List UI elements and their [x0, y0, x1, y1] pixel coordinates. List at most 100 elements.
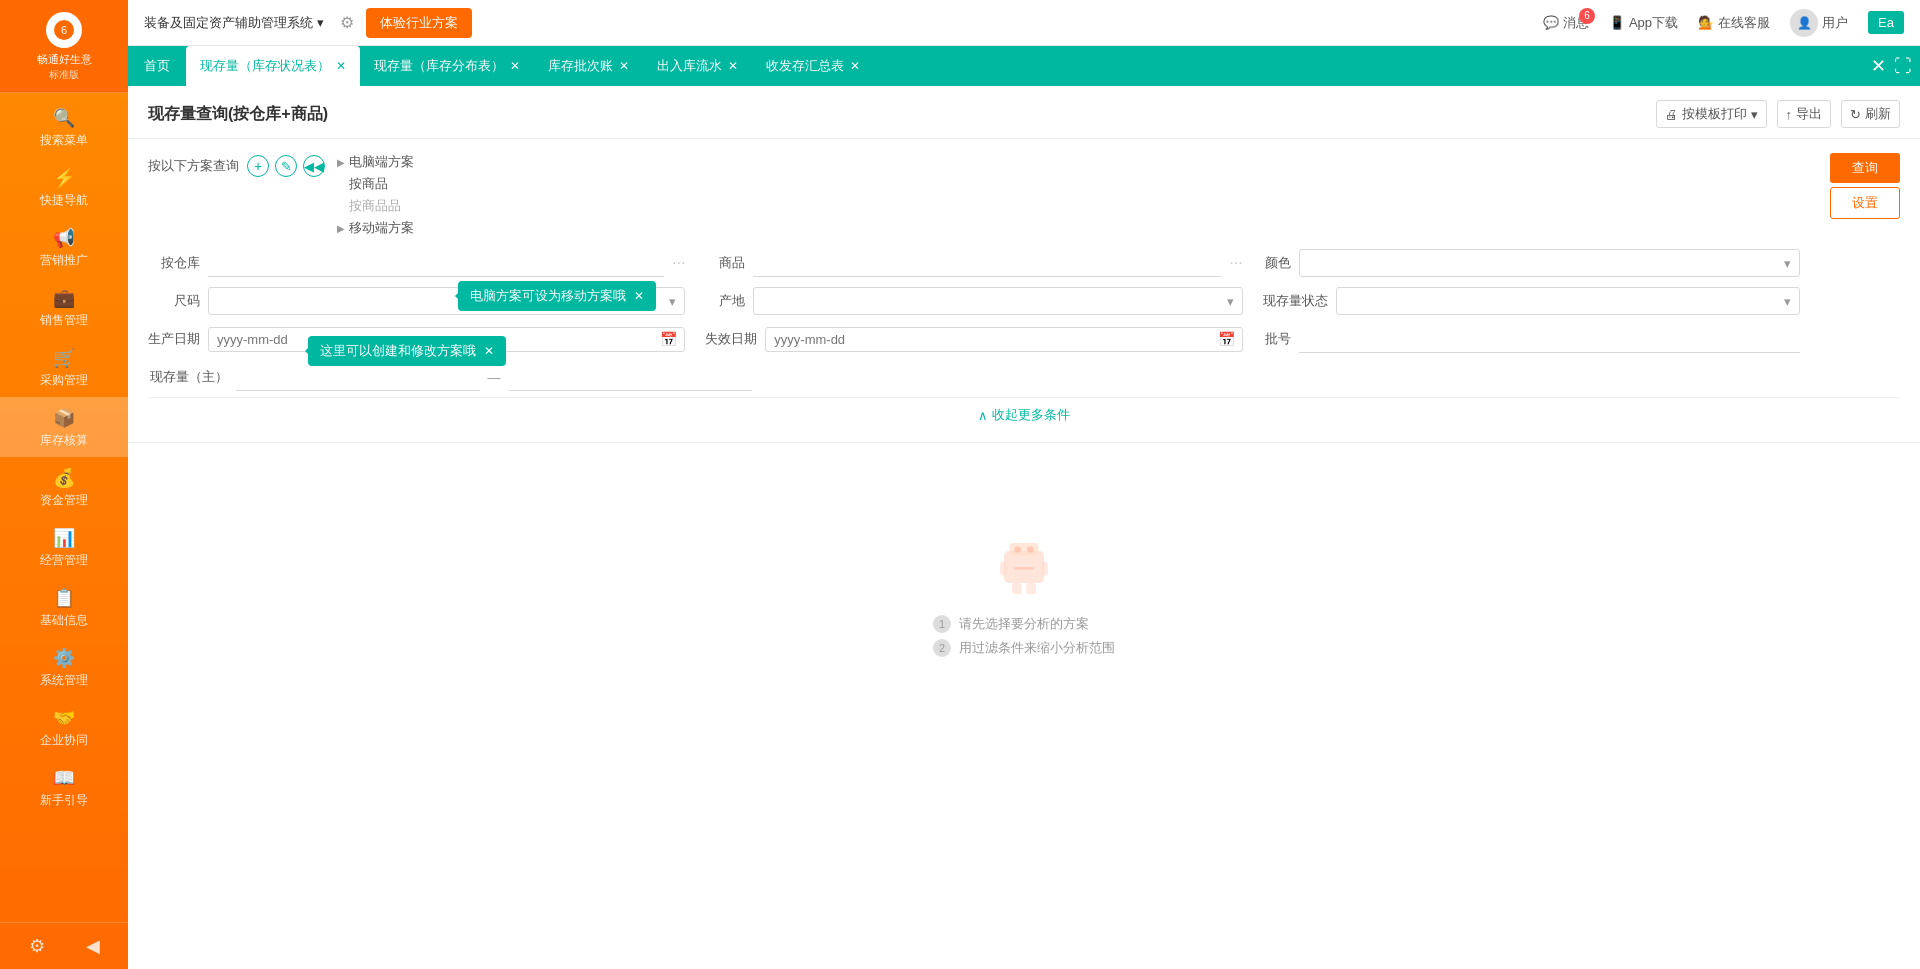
purchase-icon: 🛒	[53, 347, 75, 369]
sidebar-item-sales[interactable]: 💼 销售管理	[0, 277, 128, 337]
scheme-arrow-icon: ▶	[337, 157, 345, 168]
tooltip-close-2[interactable]: ✕	[484, 344, 494, 358]
stock-max-input[interactable]	[509, 363, 753, 391]
scheme-sub-item2[interactable]: 按商品品	[337, 197, 414, 215]
origin-label: 产地	[705, 292, 745, 310]
avatar: 👤	[1790, 9, 1818, 37]
warehouse-field: 按仓库 ···	[148, 249, 685, 277]
tooltip-close-1[interactable]: ✕	[634, 289, 644, 303]
app-download-item[interactable]: 📱 App下载	[1609, 14, 1678, 32]
sidebar-item-label: 快捷导航	[40, 192, 88, 209]
tab-close-icon[interactable]: ✕	[619, 60, 629, 72]
page-actions: 🖨 按模板打印 ▾ ↑ 导出 ↻ 刷新	[1656, 100, 1901, 128]
collapse-sidebar-icon[interactable]: ◀	[86, 935, 100, 957]
export-btn[interactable]: ↑ 导出	[1777, 100, 1832, 128]
stock-status-select[interactable]: ▾	[1336, 287, 1800, 315]
sales-icon: 💼	[53, 287, 75, 309]
tab-right-actions: ✕ ⛶	[1871, 55, 1920, 77]
sidebar-logo: 6 畅通好生意 标准版	[0, 0, 128, 93]
collapse-chevron-icon: ∧	[978, 408, 988, 423]
expire-date-input[interactable]	[765, 327, 1242, 352]
topbar-gear-icon[interactable]: ⚙	[340, 13, 354, 32]
filter-section: 按以下方案查询 + ✎ ◀◀ ▶ 电脑端方案 按商品 按商品	[128, 139, 1920, 443]
query-btn[interactable]: 查询	[1830, 153, 1900, 183]
setting-btn[interactable]: 设置	[1830, 187, 1900, 219]
calendar-icon-expire[interactable]: 📅	[1218, 331, 1235, 347]
tab-label: 现存量（库存状况表）	[200, 57, 330, 75]
print-label: 按模板打印	[1682, 105, 1747, 123]
svg-rect-10	[1026, 583, 1036, 594]
tab-summary[interactable]: 收发存汇总表 ✕	[752, 46, 874, 86]
warehouse-dots-icon[interactable]: ···	[672, 254, 685, 272]
stock-main-label: 现存量（主）	[148, 368, 228, 386]
export-icon: ↑	[1786, 107, 1793, 122]
tab-close-icon[interactable]: ✕	[850, 60, 860, 72]
sidebar-item-label: 经营管理	[40, 552, 88, 569]
collapse-btn[interactable]: ∧ 收起更多条件	[148, 397, 1900, 432]
sidebar-item-purchase[interactable]: 🛒 采购管理	[0, 337, 128, 397]
edit-scheme-btn[interactable]: ✎	[275, 155, 297, 177]
user-item[interactable]: 👤 用户	[1790, 9, 1848, 37]
origin-select[interactable]: ▾	[753, 287, 1242, 315]
batch-input-area[interactable]	[1299, 325, 1800, 353]
phone-icon: 📱	[1609, 15, 1625, 30]
tab-inventory-dist[interactable]: 现存量（库存分布表） ✕	[360, 46, 534, 86]
color-select[interactable]: ▾	[1299, 249, 1800, 277]
support-icon: 💁	[1698, 15, 1714, 30]
color-chevron-icon: ▾	[1784, 256, 1791, 271]
tab-close-icon[interactable]: ✕	[728, 60, 738, 72]
scheme-item-pc[interactable]: ▶ 电脑端方案	[337, 153, 414, 171]
print-arrow-icon: ▾	[1751, 107, 1758, 122]
sidebar-item-label: 库存核算	[40, 432, 88, 449]
arrow-scheme-btn[interactable]: ◀◀	[303, 155, 325, 177]
tabbar: 首页 现存量（库存状况表） ✕ 现存量（库存分布表） ✕ 库存批次账 ✕ 出入库…	[128, 46, 1920, 86]
tab-fullscreen-icon[interactable]: ⛶	[1894, 56, 1912, 77]
sidebar-item-system[interactable]: ⚙️ 系统管理	[0, 637, 128, 697]
calendar-icon-produce[interactable]: 📅	[660, 331, 677, 347]
refresh-btn[interactable]: ↻ 刷新	[1841, 100, 1900, 128]
tab-home[interactable]: 首页	[128, 46, 186, 86]
sidebar-item-label: 营销推广	[40, 252, 88, 269]
settings-bottom-icon[interactable]: ⚙	[29, 935, 45, 957]
page-header: 现存量查询(按仓库+商品) 🖨 按模板打印 ▾ ↑ 导出 ↻ 刷新	[128, 86, 1920, 139]
expire-date-input-wrap: 📅	[765, 327, 1242, 352]
search-menu-icon: 🔍	[53, 107, 75, 129]
tab-batch-account[interactable]: 库存批次账 ✕	[534, 46, 643, 86]
sidebar-item-enterprise[interactable]: 🤝 企业协同	[0, 697, 128, 757]
stock-min-input[interactable]	[236, 363, 480, 391]
filter-fields-row2: 尺码 ▾ 产地 ▾ 现存量状态	[148, 287, 1900, 315]
empty-step-2: 2 用过滤条件来缩小分析范围	[933, 639, 1115, 657]
add-scheme-btn[interactable]: +	[247, 155, 269, 177]
goods-input-area	[753, 249, 1221, 277]
color-field: 颜色 ▾	[1263, 249, 1800, 277]
tab-in-out-flow[interactable]: 出入库流水 ✕	[643, 46, 752, 86]
ea-button[interactable]: Ea	[1868, 11, 1904, 34]
goods-dots-icon[interactable]: ···	[1229, 254, 1242, 272]
sidebar-item-marketing[interactable]: 📢 营销推广	[0, 217, 128, 277]
sidebar-item-guide[interactable]: 📖 新手引导	[0, 757, 128, 817]
sidebar-item-search[interactable]: 🔍 搜索菜单	[0, 97, 128, 157]
tab-close-icon[interactable]: ✕	[336, 60, 346, 72]
system-selector[interactable]: 装备及固定资产辅助管理系统 ▾	[144, 14, 324, 32]
tab-close-all-icon[interactable]: ✕	[1871, 55, 1886, 77]
stock-main-inputs: —	[236, 363, 752, 391]
scheme-item-mobile[interactable]: ▶ 移动端方案	[337, 219, 414, 237]
sidebar-item-finance[interactable]: 💰 资金管理	[0, 457, 128, 517]
sidebar-item-basic-info[interactable]: 📋 基础信息	[0, 577, 128, 637]
message-item[interactable]: 💬 消息 6	[1543, 14, 1589, 32]
sidebar-item-business[interactable]: 📊 经营管理	[0, 517, 128, 577]
print-btn[interactable]: 🖨 按模板打印 ▾	[1656, 100, 1767, 128]
tab-close-icon[interactable]: ✕	[510, 60, 520, 72]
topbar-right: 💬 消息 6 📱 App下载 💁 在线客服 👤 用户 Ea	[1543, 9, 1904, 37]
sidebar-item-label: 采购管理	[40, 372, 88, 389]
enterprise-icon: 🤝	[53, 707, 75, 729]
online-support-item[interactable]: 💁 在线客服	[1698, 14, 1770, 32]
warehouse-input-area	[208, 249, 664, 277]
sidebar-item-quick-nav[interactable]: ⚡ 快捷导航	[0, 157, 128, 217]
tab-inventory-status[interactable]: 现存量（库存状况表） ✕	[186, 46, 360, 86]
scheme-sub-item[interactable]: 按商品	[337, 175, 414, 193]
filter-label: 按以下方案查询	[148, 153, 239, 175]
industry-btn[interactable]: 体验行业方案	[366, 8, 472, 38]
batch-field: 批号	[1263, 325, 1800, 353]
sidebar-item-inventory[interactable]: 📦 库存核算	[0, 397, 128, 457]
